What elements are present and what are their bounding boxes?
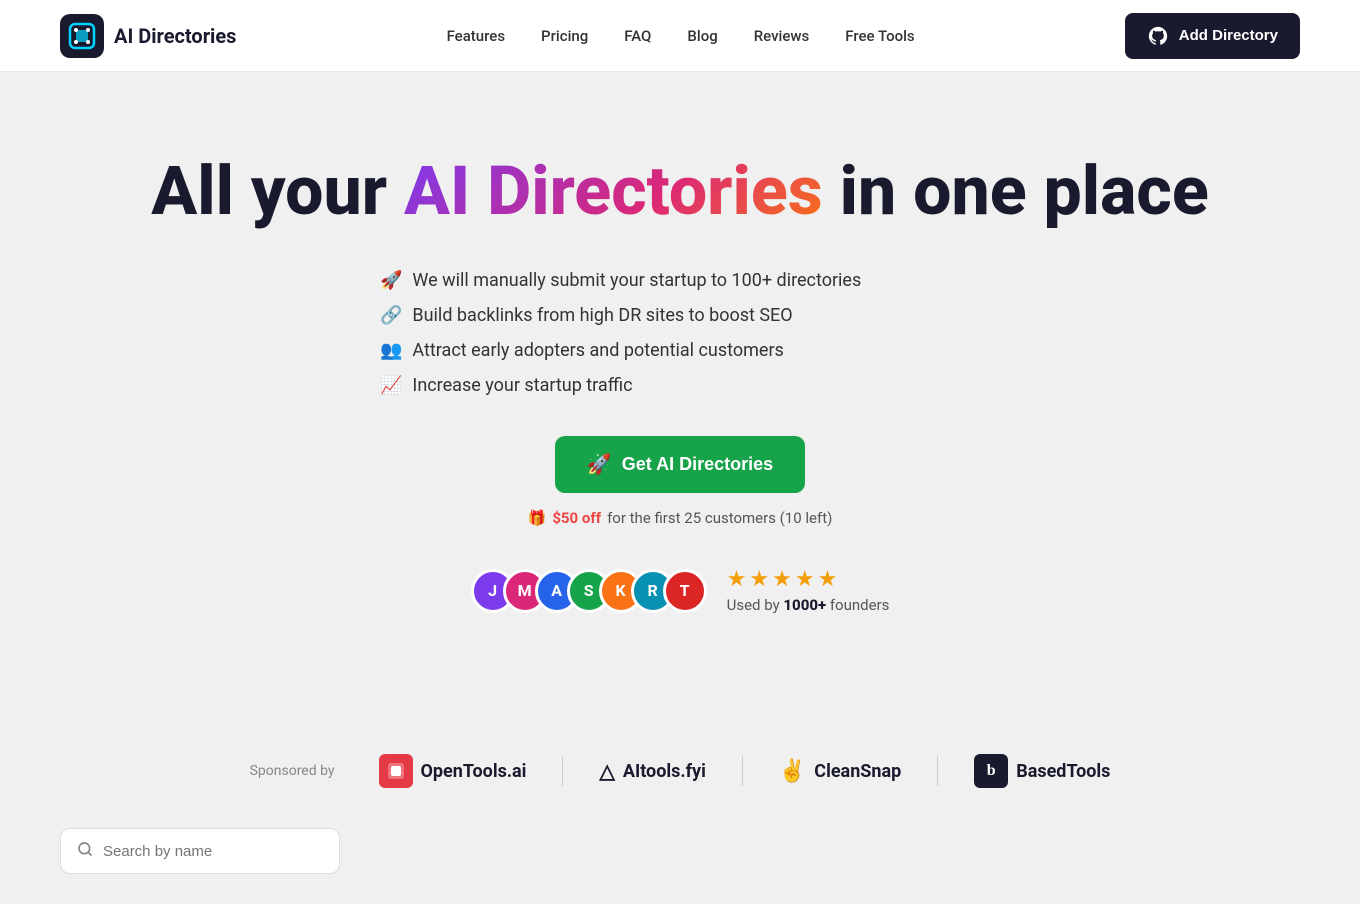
nav-free-tools[interactable]: Free Tools	[845, 27, 914, 45]
sponsor-opentools: OpenTools.ai	[379, 754, 527, 788]
bullet-text-4: Increase your startup traffic	[412, 375, 632, 396]
cleansnap-name: CleanSnap	[814, 761, 901, 782]
search-section	[0, 808, 1360, 904]
star-1: ★	[727, 567, 747, 592]
bullet-emoji-3: 👥	[380, 340, 402, 361]
opentools-name: OpenTools.ai	[421, 761, 527, 782]
basedtools-name: BasedTools	[1016, 761, 1110, 782]
search-icon	[77, 841, 93, 861]
nav-links: Features Pricing FAQ Blog Reviews Free T…	[447, 27, 915, 45]
gift-emoji: 🎁	[528, 509, 547, 527]
search-container	[60, 828, 340, 874]
stars-block: ★ ★ ★ ★ ★ Used by 1000+ founders	[727, 567, 890, 614]
hero-title-prefix: All your	[151, 151, 404, 231]
brand-name: AI Directories	[114, 24, 236, 48]
basedtools-logo: b	[974, 754, 1008, 788]
hero-bullets: 🚀 We will manually submit your startup t…	[380, 270, 980, 396]
sponsor-basedtools: b BasedTools	[974, 754, 1110, 788]
sponsored-by-label: Sponsored by	[250, 763, 335, 779]
bullet-text-3: Attract early adopters and potential cus…	[412, 340, 783, 361]
nav-faq[interactable]: FAQ	[624, 27, 651, 45]
nav-reviews[interactable]: Reviews	[754, 27, 810, 45]
used-by-text: Used by 1000+ founders	[727, 596, 890, 614]
avatar: T	[663, 569, 707, 613]
navbar: AI Directories Features Pricing FAQ Blog…	[0, 0, 1360, 72]
bullet-emoji-4: 📈	[380, 375, 402, 396]
nav-blog[interactable]: Blog	[687, 27, 717, 45]
star-2: ★	[749, 567, 769, 592]
nav-features[interactable]: Features	[447, 27, 505, 45]
nav-pricing[interactable]: Pricing	[541, 27, 588, 45]
hero-title: All your AI Directories in one place	[60, 152, 1300, 230]
avatar-group: J M A S K R T	[471, 569, 707, 613]
hero-title-gradient: AI Directories	[404, 151, 823, 231]
promo-text: 🎁 $50 off for the first 25 customers (10…	[60, 509, 1300, 527]
sponsor-divider-3	[937, 756, 938, 786]
star-4: ★	[795, 567, 815, 592]
hero-bullet-2: 🔗 Build backlinks from high DR sites to …	[380, 305, 793, 326]
promo-discount: $50 off	[552, 509, 601, 527]
used-by-suffix: founders	[826, 596, 889, 614]
promo-suffix: for the first 25 customers (10 left)	[607, 509, 832, 527]
cta-rocket-icon: 🚀	[587, 452, 612, 477]
logo-icon	[60, 14, 104, 58]
aitools-icon: △	[599, 759, 614, 783]
sponsor-aitools: △ AItools.fyi	[599, 759, 705, 783]
star-rating: ★ ★ ★ ★ ★	[727, 567, 838, 592]
bullet-emoji-2: 🔗	[380, 305, 402, 326]
sponsors-bar: Sponsored by OpenTools.ai △ AItools.fyi …	[0, 734, 1360, 808]
bullet-text-1: We will manually submit your startup to …	[412, 270, 861, 291]
sponsor-divider-1	[562, 756, 563, 786]
hero-section: All your AI Directories in one place 🚀 W…	[0, 72, 1360, 734]
bullet-emoji-1: 🚀	[380, 270, 402, 291]
used-by-prefix: Used by	[727, 596, 784, 614]
brand: AI Directories	[60, 14, 236, 58]
social-proof: J M A S K R T ★ ★ ★ ★ ★ Used by 1000+ fo…	[60, 567, 1300, 614]
aitools-name: AItools.fyi	[623, 761, 706, 782]
cleansnap-icon: ✌️	[779, 759, 806, 784]
hero-bullet-3: 👥 Attract early adopters and potential c…	[380, 340, 784, 361]
github-icon	[1147, 25, 1169, 47]
bullet-text-2: Build backlinks from high DR sites to bo…	[412, 305, 792, 326]
star-3: ★	[772, 567, 792, 592]
hero-title-suffix: in one place	[823, 151, 1209, 231]
add-directory-button[interactable]: Add Directory	[1125, 13, 1300, 59]
add-directory-label: Add Directory	[1179, 27, 1278, 44]
star-5: ★	[818, 567, 838, 592]
hero-bullet-1: 🚀 We will manually submit your startup t…	[380, 270, 861, 291]
founder-count: 1000+	[783, 596, 826, 614]
get-directories-button[interactable]: 🚀 Get AI Directories	[555, 436, 805, 493]
sponsor-cleansnap: ✌️ CleanSnap	[779, 759, 901, 784]
sponsor-divider-2	[742, 756, 743, 786]
cta-label: Get AI Directories	[622, 454, 773, 475]
hero-bullet-4: 📈 Increase your startup traffic	[380, 375, 633, 396]
opentools-logo	[379, 754, 413, 788]
search-input[interactable]	[103, 843, 323, 860]
